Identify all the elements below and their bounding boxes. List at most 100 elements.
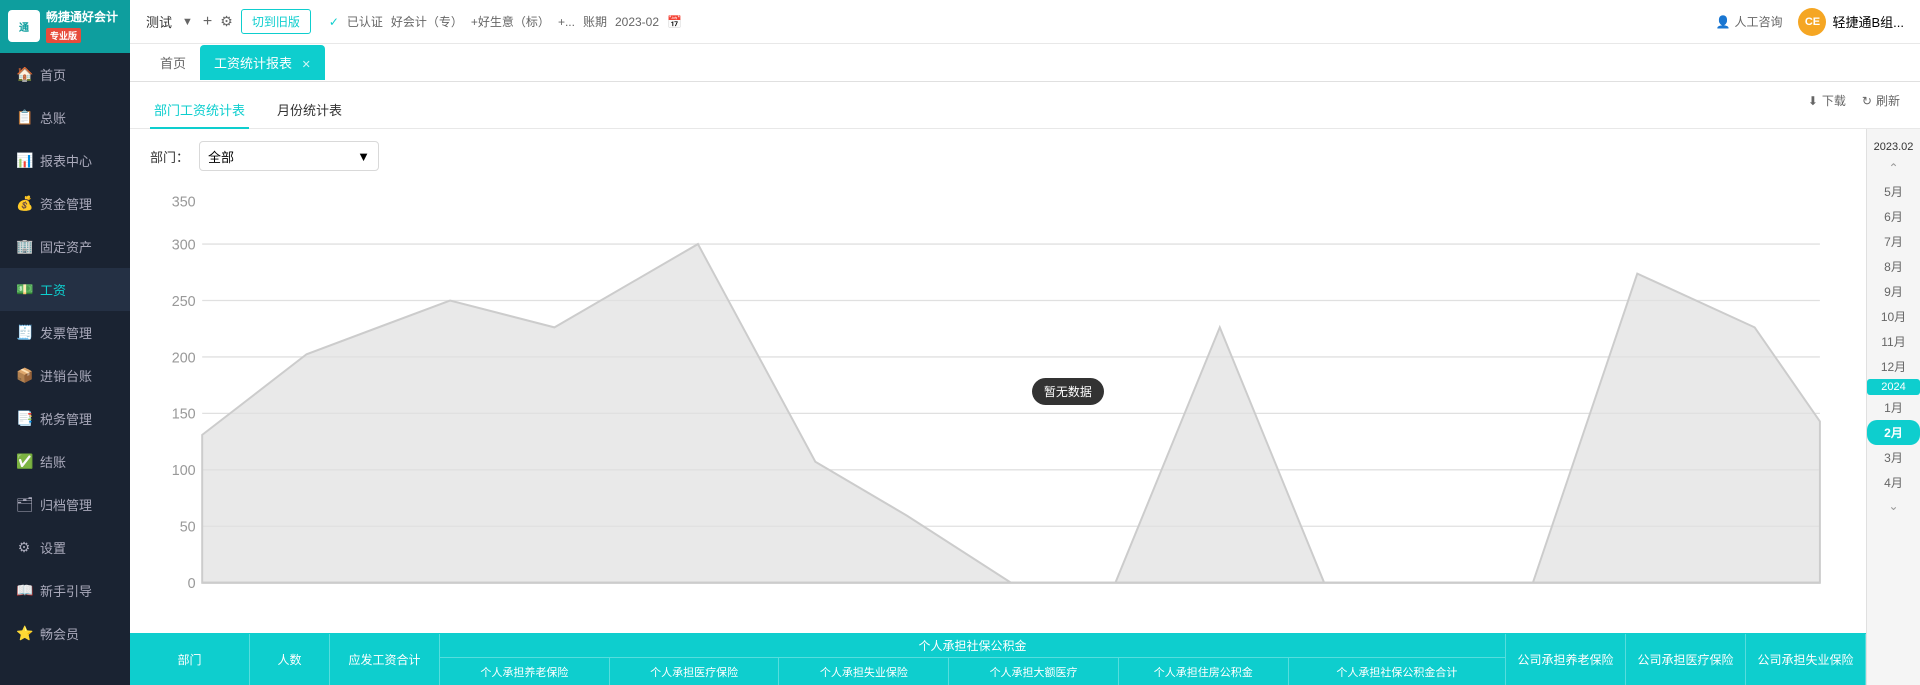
company-dropdown-button[interactable]: ▼	[182, 16, 193, 28]
right-panel-month-10[interactable]: 10月	[1867, 304, 1920, 329]
ledger-icon: 📋	[16, 109, 32, 126]
support-button[interactable]: 👤 人工咨询	[1716, 13, 1783, 30]
certified-label: 已认证	[347, 13, 383, 30]
svg-text:150: 150	[172, 407, 196, 423]
th-pension: 个人承担养老保险	[440, 658, 610, 685]
right-panel-month-6[interactable]: 6月	[1867, 204, 1920, 229]
sidebar-item-vip[interactable]: ⭐ 畅会员	[0, 612, 130, 655]
th-payroll-total: 应发工资合计	[330, 634, 440, 685]
sidebar-item-fixed-assets[interactable]: 🏢 固定资产	[0, 225, 130, 268]
right-panel-up-button[interactable]: ⌃	[1884, 157, 1902, 179]
th-housing-fund: 个人承担住房公积金	[1119, 658, 1289, 685]
header-actions: + ⚙ 切到旧版	[203, 9, 311, 34]
department-select[interactable]: 全部 ▼	[199, 141, 379, 171]
content-with-panel: 部门： 全部 ▼	[130, 129, 1920, 685]
right-panel-down-button[interactable]: ⌄	[1884, 495, 1902, 517]
right-panel-month-5[interactable]: 5月	[1867, 179, 1920, 204]
right-panel-month-12[interactable]: 12月	[1867, 354, 1920, 379]
payroll-icon: 💵	[16, 281, 32, 298]
sidebar-item-archive-management[interactable]: 🗂 归档管理	[0, 483, 130, 526]
right-panel-year-2024-badge: 2024	[1867, 379, 1920, 395]
top-header: 测试 ▼ + ⚙ 切到旧版 ✓ 已认证 好会计（专） +好生意（标） +... …	[130, 0, 1920, 44]
sub-tab-bar: 部门工资统计表 月份统计表 ⬇ 下载 ↻ 刷新	[130, 82, 1920, 129]
sidebar-nav: 🏠 首页 📋 总账 📊 报表中心 💰 资金管理 🏢 固定资产 💵 工资 🧾 发票…	[0, 53, 130, 685]
report-icon: 📊	[16, 152, 32, 169]
sub-tab-monthly-stat[interactable]: 月份统计表	[273, 92, 346, 129]
sales-icon: 📦	[16, 367, 32, 384]
right-panel-month-7[interactable]: 7月	[1867, 229, 1920, 254]
th-medical: 个人承担医疗保险	[610, 658, 780, 685]
th-co-pension: 公司承担养老保险	[1506, 634, 1626, 685]
user-menu[interactable]: CE 轻捷通B组...	[1798, 8, 1904, 36]
user-avatar: CE	[1798, 8, 1826, 36]
sidebar-item-invoice-management[interactable]: 🧾 发票管理	[0, 311, 130, 354]
tax-icon: 📑	[16, 410, 32, 427]
home-icon: 🏠	[16, 66, 32, 83]
tab-bar: 首页 工资统计报表 ✕	[130, 44, 1920, 82]
th-serious-medical: 个人承担大额医疗	[949, 658, 1119, 685]
main-content: 测试 ▼ + ⚙ 切到旧版 ✓ 已认证 好会计（专） +好生意（标） +... …	[130, 0, 1920, 685]
calendar-icon[interactable]: 📅	[667, 15, 682, 29]
sidebar-item-report-center[interactable]: 📊 报表中心	[0, 139, 130, 182]
main-area: 部门： 全部 ▼	[130, 129, 1866, 685]
tab-close-button[interactable]: ✕	[302, 59, 311, 71]
sidebar-item-home[interactable]: 🏠 首页	[0, 53, 130, 96]
add-button[interactable]: +	[203, 13, 212, 31]
period-label: 账期	[583, 13, 607, 30]
sidebar-item-settlement[interactable]: ✅ 结账	[0, 440, 130, 483]
right-panel-year-label: 2023.02	[1870, 137, 1918, 157]
sub-tab-dept-payroll[interactable]: 部门工资统计表	[150, 92, 249, 129]
sidebar-item-tax-management[interactable]: 📑 税务管理	[0, 397, 130, 440]
right-panel-month-3[interactable]: 3月	[1867, 445, 1920, 470]
refresh-icon: ↻	[1862, 94, 1872, 108]
svg-text:0: 0	[188, 576, 196, 592]
th-co-medical: 公司承担医疗保险	[1626, 634, 1746, 685]
right-panel-month-9[interactable]: 9月	[1867, 279, 1920, 304]
th-co-unemployment: 公司承担失业保险	[1746, 634, 1866, 685]
settings-button[interactable]: ⚙	[220, 13, 233, 30]
sidebar-item-settings[interactable]: ⚙ 设置	[0, 526, 130, 569]
guide-icon: 📖	[16, 582, 32, 599]
support-icon: 👤	[1716, 15, 1731, 29]
th-social-total: 个人承担社保公积金合计	[1289, 658, 1505, 685]
switch-old-button[interactable]: 切到旧版	[241, 9, 311, 34]
th-group-social: 个人承担社保公积金 个人承担养老保险 个人承担医疗保险 个人承担失业保险	[440, 634, 1506, 685]
sidebar-item-fund-management[interactable]: 💰 资金管理	[0, 182, 130, 225]
sidebar-item-general-ledger[interactable]: 📋 总账	[0, 96, 130, 139]
chart-svg: 0 50 100 150 200 250 300 350	[150, 193, 1846, 623]
th-group-title: 个人承担社保公积金	[440, 634, 1505, 658]
tab-home[interactable]: 首页	[146, 45, 200, 80]
right-panel: 2023.02 ⌃ 5月 6月 7月 8月 9月 10月	[1866, 129, 1920, 685]
download-button[interactable]: ⬇ 下载	[1808, 92, 1846, 109]
chart-area: 0 50 100 150 200 250 300 350	[130, 183, 1866, 633]
invoice-icon: 🧾	[16, 324, 32, 341]
svg-text:100: 100	[172, 463, 196, 479]
refresh-button[interactable]: ↻ 刷新	[1862, 92, 1900, 109]
sidebar-item-payroll[interactable]: 💵 工资	[0, 268, 130, 311]
right-panel-month-4[interactable]: 4月	[1867, 470, 1920, 495]
right-panel-month-8[interactable]: 8月	[1867, 254, 1920, 279]
chart-wrapper: 0 50 100 150 200 250 300 350	[150, 193, 1846, 623]
fund-icon: 💰	[16, 195, 32, 212]
download-icon: ⬇	[1808, 94, 1818, 108]
right-panel-month-11[interactable]: 11月	[1867, 329, 1920, 354]
good-accounting-label: 好会计（专）	[391, 13, 463, 30]
sidebar-item-sales-ledger[interactable]: 📦 进销台账	[0, 354, 130, 397]
tab-payroll-stat[interactable]: 工资统计报表 ✕	[200, 45, 325, 80]
right-panel-month-1[interactable]: 1月	[1867, 395, 1920, 420]
svg-text:300: 300	[172, 237, 196, 253]
app-logo: 通 畅捷通好会计 专业版	[0, 0, 130, 53]
page-content: 部门工资统计表 月份统计表 ⬇ 下载 ↻ 刷新 部门：	[130, 82, 1920, 685]
sidebar: 通 畅捷通好会计 专业版 🏠 首页 📋 总账 📊 报表中心 💰 资金管理 🏢 固…	[0, 0, 130, 685]
right-panel-month-2[interactable]: 2月	[1867, 420, 1920, 445]
vip-icon: ⭐	[16, 625, 32, 642]
th-count: 人数	[250, 634, 330, 685]
certified-icon: ✓	[329, 15, 339, 29]
sidebar-item-new-guide[interactable]: 📖 新手引导	[0, 569, 130, 612]
svg-text:350: 350	[172, 194, 196, 210]
th-dept: 部门	[130, 634, 250, 685]
th-unemployment: 个人承担失业保险	[779, 658, 949, 685]
logo-text: 畅捷通好会计 专业版	[46, 10, 118, 43]
th-group-cols: 个人承担养老保险 个人承担医疗保险 个人承担失业保险 个人承担大额医疗	[440, 658, 1505, 685]
header-right: 👤 人工咨询 CE 轻捷通B组...	[1716, 8, 1904, 36]
